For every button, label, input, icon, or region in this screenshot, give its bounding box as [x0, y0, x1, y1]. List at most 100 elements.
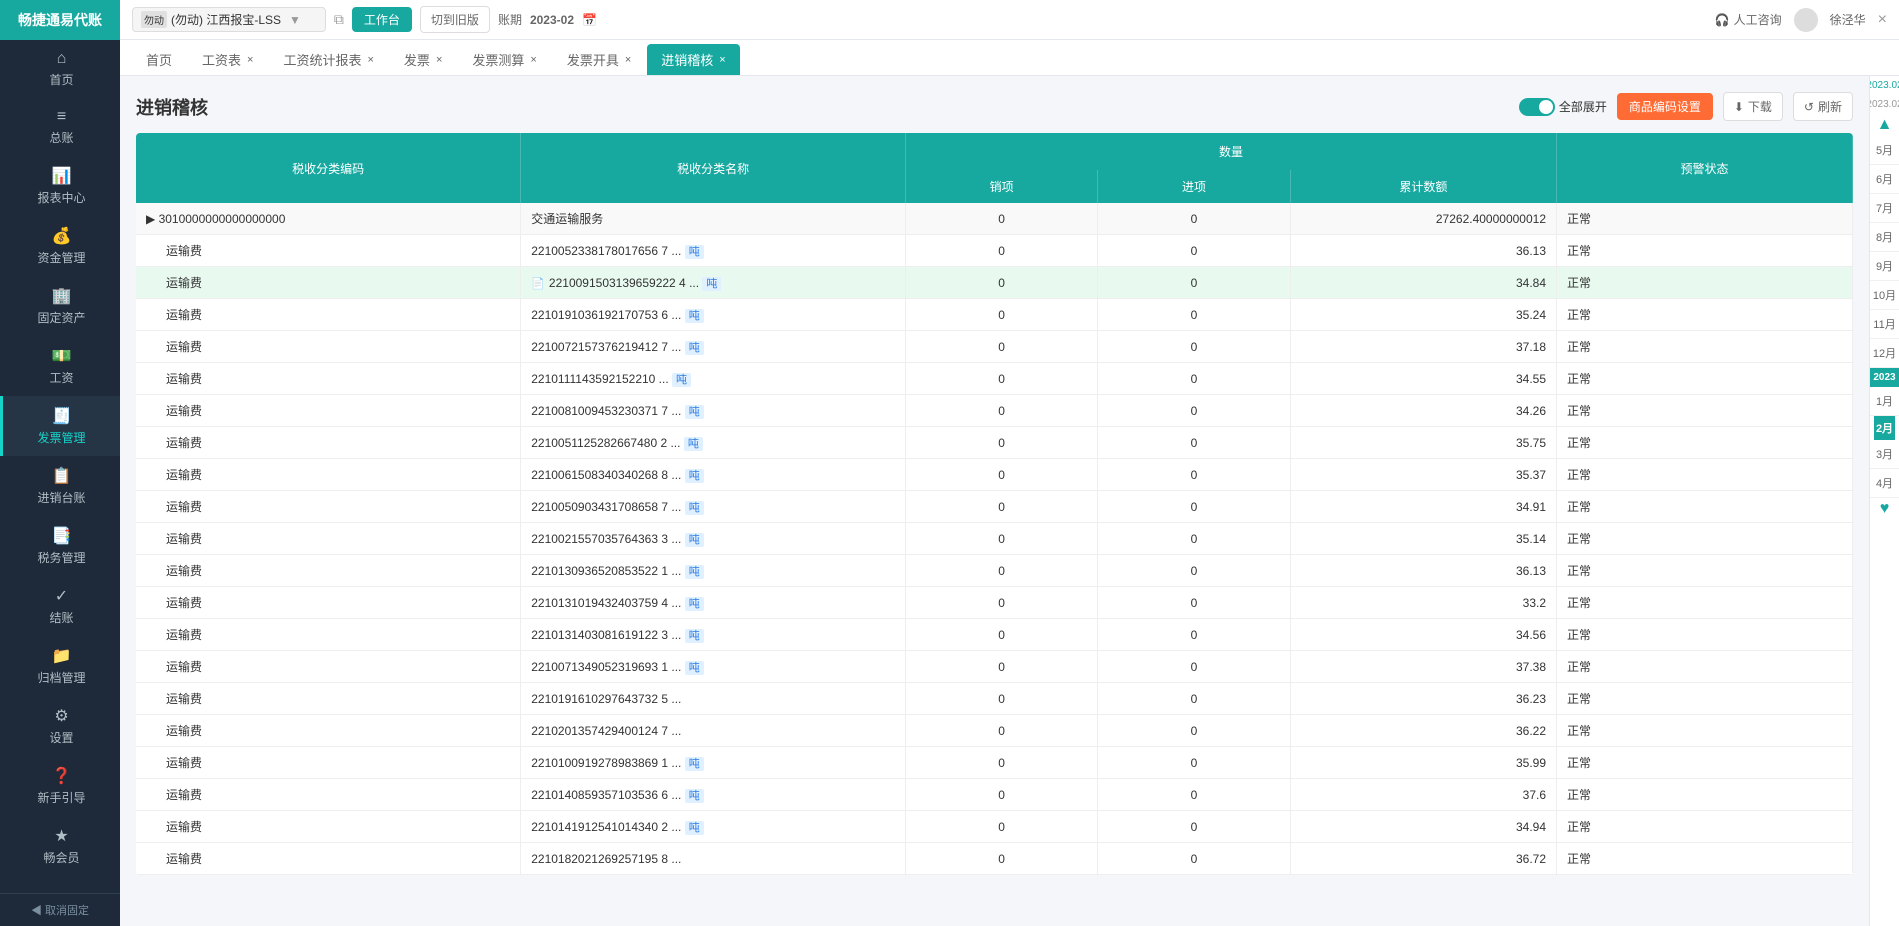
- table-row[interactable]: 运输费 2210182021269257195 8 ... 0 0 36.72 …: [136, 843, 1853, 875]
- copy-icon[interactable]: ⧉: [334, 11, 344, 28]
- tab-payroll-close[interactable]: ×: [247, 54, 253, 66]
- download-button[interactable]: ⬇ 下载: [1723, 92, 1783, 121]
- month-10[interactable]: 10月: [1870, 281, 1899, 310]
- table-row[interactable]: 运输费 2210071349052319693 1 ... 吨 0 0 37.3…: [136, 651, 1853, 683]
- sidebar-item-invoice[interactable]: 🧾 发票管理: [0, 396, 120, 456]
- table-row[interactable]: ▶ 3010000000000000000 交通运输服务 0 0 27262.4…: [136, 203, 1853, 235]
- col-header-cumulative: 累计数额: [1290, 170, 1556, 203]
- tab-reconcile[interactable]: 进销稽核 ×: [647, 44, 739, 75]
- cell-cumulative: 34.56: [1290, 619, 1556, 651]
- month-7[interactable]: 7月: [1870, 194, 1899, 223]
- table-row[interactable]: 运输费 2210051125282667480 2 ... 吨 0 0 35.7…: [136, 427, 1853, 459]
- tab-payroll-stats[interactable]: 工资统计报表 ×: [269, 44, 387, 75]
- cell-purchase: 0: [1098, 331, 1290, 363]
- tab-payroll[interactable]: 工资表 ×: [188, 44, 267, 75]
- month-12[interactable]: 12月: [1870, 339, 1899, 368]
- month-3[interactable]: 3月: [1870, 440, 1899, 469]
- table-row[interactable]: 运输费 2210021557035764363 3 ... 吨 0 0 35.1…: [136, 523, 1853, 555]
- toggle-expand-area: 全部展开: [1519, 98, 1607, 116]
- table-row[interactable]: 运输费 2210131019432403759 4 ... 吨 0 0 33.2…: [136, 587, 1853, 619]
- month-2-active[interactable]: 2月: [1874, 416, 1895, 440]
- cell-purchase: 0: [1098, 523, 1290, 555]
- goods-setting-button[interactable]: 商品编码设置: [1617, 93, 1713, 120]
- unpin-sidebar[interactable]: ◀ 取消固定: [0, 893, 120, 926]
- tab-invoice-issue-close[interactable]: ×: [625, 54, 631, 66]
- sidebar-item-archive[interactable]: 📁 归档管理: [0, 636, 120, 696]
- settlement-icon: ✓: [55, 586, 68, 606]
- table-row[interactable]: 运输费 2210141912541014340 2 ... 吨 0 0 34.9…: [136, 811, 1853, 843]
- table-row[interactable]: 运输费 2210061508340340268 8 ... 吨 0 0 35.3…: [136, 459, 1853, 491]
- top-bar-right: 🎧 人工咨询 徐泾华 ×: [1715, 8, 1887, 32]
- expand-toggle[interactable]: [1519, 98, 1555, 116]
- sidebar-item-reports[interactable]: 📊 报表中心: [0, 156, 120, 216]
- cell-cumulative: 36.13: [1290, 555, 1556, 587]
- cell-invoice-no: 2210071349052319693 1 ... 吨: [521, 651, 906, 683]
- table-row[interactable]: 运输费 2210191610297643732 5 ... 0 0 36.23 …: [136, 683, 1853, 715]
- sidebar-item-home[interactable]: ⌂ 首页: [0, 40, 120, 98]
- support-link[interactable]: 🎧 人工咨询: [1715, 11, 1782, 28]
- sidebar-item-capital[interactable]: 💰 资金管理: [0, 216, 120, 276]
- cell-invoice-no: 2210131019432403759 4 ... 吨: [521, 587, 906, 619]
- table-row[interactable]: 运输费 2210052338178017656 7 ... 吨 0 0 36.1…: [136, 235, 1853, 267]
- sidebar-item-payroll[interactable]: 💵 工资: [0, 336, 120, 396]
- table-row[interactable]: 运输费 2210111143592152210 ... 吨 0 0 34.55 …: [136, 363, 1853, 395]
- tab-home[interactable]: 首页: [132, 44, 186, 75]
- cell-tax-code: 运输费: [136, 843, 521, 875]
- table-row[interactable]: 运输费 2210131403081619122 3 ... 吨 0 0 34.5…: [136, 619, 1853, 651]
- month-8[interactable]: 8月: [1870, 223, 1899, 252]
- table-row[interactable]: 运输费 2210191036192170753 6 ... 吨 0 0 35.2…: [136, 299, 1853, 331]
- table-row[interactable]: 运输费 2210072157376219412 7 ... 吨 0 0 37.1…: [136, 331, 1853, 363]
- sidebar-item-assets[interactable]: 🏢 固定资产: [0, 276, 120, 336]
- year-2023-label[interactable]: 2023: [1870, 368, 1899, 387]
- refresh-button[interactable]: ↺ 刷新: [1793, 92, 1853, 121]
- month-5[interactable]: 5月: [1870, 136, 1899, 165]
- sidebar-item-ledger[interactable]: ≡ 总账: [0, 98, 120, 156]
- table-row[interactable]: 运输费 2210050903431708658 7 ... 吨 0 0 34.9…: [136, 491, 1853, 523]
- cell-status: 正常: [1557, 459, 1853, 491]
- tab-invoice-calc[interactable]: 发票测算 ×: [458, 44, 550, 75]
- month-6[interactable]: 6月: [1870, 165, 1899, 194]
- sidebar-item-tax[interactable]: 📑 税务管理: [0, 516, 120, 576]
- tab-invoice[interactable]: 发票 ×: [390, 44, 456, 75]
- tab-invoice-issue[interactable]: 发票开具 ×: [553, 44, 645, 75]
- sidebar-item-sales-ledger[interactable]: 📋 进销台账: [0, 456, 120, 516]
- table-row[interactable]: 运输费 📄2210091503139659222 4 ... 吨 0 0 34.…: [136, 267, 1853, 299]
- cell-invoice-no: 2210072157376219412 7 ... 吨: [521, 331, 906, 363]
- table-row[interactable]: 运输费 2210100919278983869 1 ... 吨 0 0 35.9…: [136, 747, 1853, 779]
- header-actions: 全部展开 商品编码设置 ⬇ 下载 ↺ 刷新: [1519, 92, 1853, 121]
- table-row[interactable]: 运输费 2210201357429400124 7 ... 0 0 36.22 …: [136, 715, 1853, 747]
- home-icon: ⌂: [57, 50, 67, 68]
- right-panel-year-2023-prev[interactable]: 2023.02: [1869, 95, 1899, 114]
- sidebar-item-settings[interactable]: ⚙ 设置: [0, 696, 120, 756]
- cell-status: 正常: [1557, 427, 1853, 459]
- cell-tax-code: 运输费: [136, 331, 521, 363]
- company-selector[interactable]: 勿动 (勿动) 江西报宝-LSS ▼: [132, 7, 326, 32]
- calendar-icon[interactable]: 📅: [582, 13, 597, 27]
- right-panel-year-2023-top[interactable]: 2023.02: [1869, 76, 1899, 95]
- sidebar-item-guide[interactable]: ❓ 新手引导: [0, 756, 120, 816]
- sidebar-item-settlement[interactable]: ✓ 结账: [0, 576, 120, 636]
- tab-invoice-calc-close[interactable]: ×: [530, 54, 536, 66]
- cell-sales: 0: [905, 331, 1097, 363]
- cell-invoice-no: 2210050903431708658 7 ... 吨: [521, 491, 906, 523]
- tab-payroll-stats-close[interactable]: ×: [367, 54, 373, 66]
- switch-version-button[interactable]: 切到旧版: [420, 6, 490, 33]
- workbench-button[interactable]: 工作台: [352, 7, 412, 32]
- table-row[interactable]: 运输费 2210140859357103536 6 ... 吨 0 0 37.6…: [136, 779, 1853, 811]
- month-4[interactable]: 4月: [1870, 469, 1899, 498]
- scroll-up-arrow[interactable]: ▲: [1875, 114, 1895, 136]
- month-9[interactable]: 9月: [1870, 252, 1899, 281]
- sidebar-item-member[interactable]: ★ 畅会员: [0, 816, 120, 876]
- cell-sales: 0: [905, 715, 1097, 747]
- month-1[interactable]: 1月: [1870, 387, 1899, 416]
- settings-icon: ⚙: [54, 706, 68, 726]
- tab-reconcile-close[interactable]: ×: [719, 54, 725, 66]
- close-button[interactable]: ×: [1878, 11, 1887, 29]
- cell-sales: 0: [905, 779, 1097, 811]
- cell-tax-code: 运输费: [136, 363, 521, 395]
- cell-cumulative: 27262.40000000012: [1290, 203, 1556, 235]
- table-row[interactable]: 运输费 2210081009453230371 7 ... 吨 0 0 34.2…: [136, 395, 1853, 427]
- tab-invoice-close[interactable]: ×: [436, 54, 442, 66]
- table-row[interactable]: 运输费 2210130936520853522 1 ... 吨 0 0 36.1…: [136, 555, 1853, 587]
- month-11[interactable]: 11月: [1870, 310, 1899, 339]
